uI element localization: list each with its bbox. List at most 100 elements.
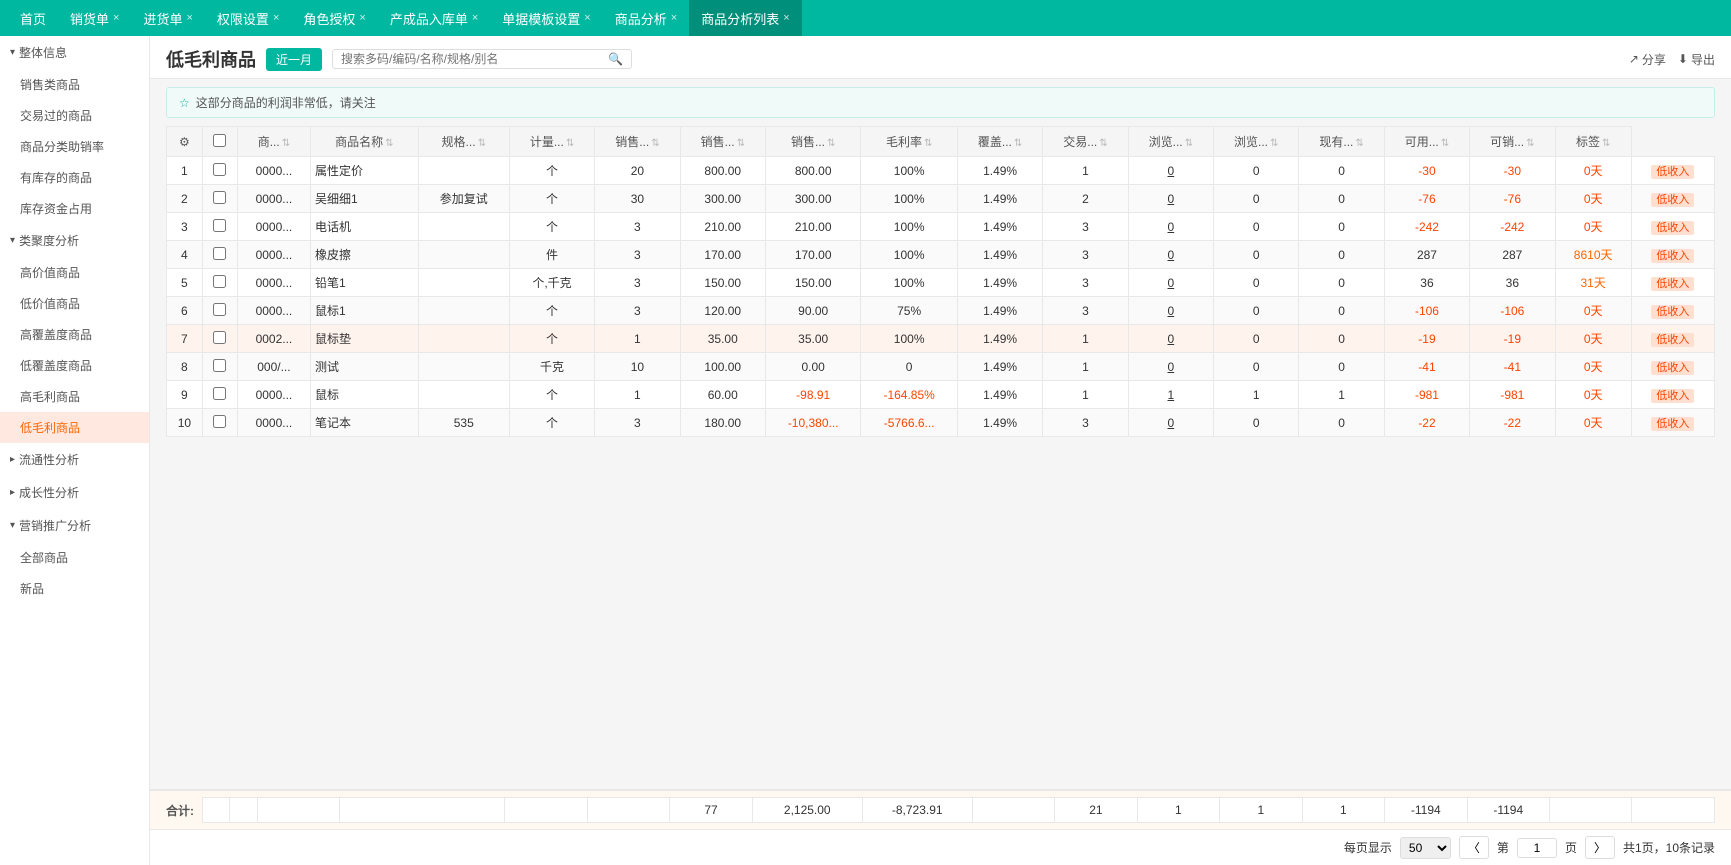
col-browse1[interactable]: 浏览...⇅ [1128, 127, 1213, 157]
sidebar-group-growth[interactable]: ▸ 成长性分析 [0, 476, 149, 509]
row-trade[interactable]: 1 [1128, 381, 1213, 409]
row-browse2: 0 [1299, 241, 1384, 269]
row-select-checkbox[interactable] [213, 163, 226, 176]
row-trade[interactable]: 0 [1128, 241, 1213, 269]
col-margin[interactable]: 毛利率⇅ [861, 127, 958, 157]
export-button[interactable]: ⬇ 导出 [1678, 51, 1715, 68]
row-select-checkbox[interactable] [213, 303, 226, 316]
col-stock[interactable]: 现有...⇅ [1299, 127, 1384, 157]
date-filter-button[interactable]: 近一月 [266, 48, 322, 71]
sidebar-item-high-margin[interactable]: 高毛利商品 [0, 381, 149, 412]
sidebar-item-high-value[interactable]: 高价值商品 [0, 257, 149, 288]
nav-sales[interactable]: 销货单 × [58, 0, 131, 36]
row-trade[interactable]: 0 [1128, 409, 1213, 437]
row-spec [418, 213, 509, 241]
sidebar-item-all-goods[interactable]: 全部商品 [0, 542, 149, 573]
col-unit[interactable]: 计量...⇅ [509, 127, 594, 157]
sidebar-item-stock-capital[interactable]: 库存资金占用 [0, 193, 149, 224]
close-icon[interactable]: × [783, 12, 789, 24]
row-select-checkbox[interactable] [213, 387, 226, 400]
row-unit: 件 [509, 241, 594, 269]
col-qty[interactable]: 销售...⇅ [595, 127, 680, 157]
row-trade[interactable]: 0 [1128, 157, 1213, 185]
sidebar-item-low-margin[interactable]: 低毛利商品 [0, 412, 149, 443]
nav-product-entry[interactable]: 产成品入库单 × [378, 0, 490, 36]
prev-page-button[interactable]: 〈 [1459, 836, 1489, 859]
row-checkbox[interactable] [202, 381, 237, 409]
row-trade[interactable]: 0 [1128, 325, 1213, 353]
row-select-checkbox[interactable] [213, 219, 226, 232]
col-amount[interactable]: 销售...⇅ [765, 127, 860, 157]
col-trade[interactable]: 交易...⇅ [1043, 127, 1128, 157]
nav-home[interactable]: 首页 [8, 0, 58, 36]
close-icon[interactable]: × [671, 12, 677, 24]
nav-role-auth[interactable]: 角色授权 × [291, 0, 377, 36]
row-trade[interactable]: 0 [1128, 185, 1213, 213]
row-trade[interactable]: 0 [1128, 297, 1213, 325]
col-saleable[interactable]: 可销...⇅ [1470, 127, 1555, 157]
sidebar-item-category-rate[interactable]: 商品分类助销率 [0, 131, 149, 162]
row-checkbox[interactable] [202, 213, 237, 241]
close-icon[interactable]: × [472, 12, 478, 24]
row-checkbox[interactable] [202, 409, 237, 437]
row-select-checkbox[interactable] [213, 359, 226, 372]
close-icon[interactable]: × [584, 12, 590, 24]
col-coverage[interactable]: 覆盖...⇅ [957, 127, 1042, 157]
row-checkbox[interactable] [202, 185, 237, 213]
row-select-checkbox[interactable] [213, 331, 226, 344]
nav-permissions[interactable]: 权限设置 × [205, 0, 291, 36]
sidebar-item-low-value[interactable]: 低价值商品 [0, 288, 149, 319]
row-checkbox[interactable] [202, 325, 237, 353]
select-all-checkbox[interactable] [213, 134, 226, 147]
col-price[interactable]: 销售...⇅ [680, 127, 765, 157]
row-trade[interactable]: 0 [1128, 269, 1213, 297]
col-settings[interactable]: ⚙ [167, 127, 203, 157]
nav-template-settings[interactable]: 单据模板设置 × [490, 0, 602, 36]
sidebar-item-low-coverage[interactable]: 低覆盖度商品 [0, 350, 149, 381]
row-select-checkbox[interactable] [213, 247, 226, 260]
row-checkbox[interactable] [202, 269, 237, 297]
sidebar-group-flow[interactable]: ▸ 流通性分析 [0, 443, 149, 476]
close-icon[interactable]: × [113, 12, 119, 24]
close-icon[interactable]: × [186, 12, 192, 24]
sidebar-item-in-stock[interactable]: 有库存的商品 [0, 162, 149, 193]
sidebar-item-traded-goods[interactable]: 交易过的商品 [0, 100, 149, 131]
row-qty: 1 [595, 381, 680, 409]
col-code[interactable]: 商...⇅ [237, 127, 310, 157]
nav-product-analysis[interactable]: 商品分析 × [603, 0, 689, 36]
close-icon[interactable]: × [273, 12, 279, 24]
row-select-checkbox[interactable] [213, 191, 226, 204]
row-trade[interactable]: 0 [1128, 353, 1213, 381]
nav-product-analysis-list[interactable]: 商品分析列表 × [689, 0, 801, 36]
row-checkbox[interactable] [202, 241, 237, 269]
row-unit: 个,千克 [509, 269, 594, 297]
sidebar-group-marketing[interactable]: ▾ 营销推广分析 [0, 509, 149, 542]
next-page-button[interactable]: 〉 [1585, 836, 1615, 859]
page-size-label: 每页显示 [1344, 839, 1392, 856]
row-checkbox[interactable] [202, 297, 237, 325]
search-icon[interactable]: 🔍 [608, 52, 623, 66]
col-tag[interactable]: 标签⇅ [1555, 127, 1631, 157]
sidebar-group-overall[interactable]: ▾ 整体信息 [0, 36, 149, 69]
row-checkbox[interactable] [202, 353, 237, 381]
page-number-input[interactable] [1517, 838, 1557, 858]
row-checkbox[interactable] [202, 157, 237, 185]
sidebar-item-sales-goods[interactable]: 销售类商品 [0, 69, 149, 100]
sidebar-item-new-goods[interactable]: 新品 [0, 573, 149, 604]
col-browse2[interactable]: 浏览...⇅ [1214, 127, 1299, 157]
close-icon[interactable]: × [359, 12, 365, 24]
share-button[interactable]: ↗ 分享 [1629, 51, 1666, 68]
row-select-checkbox[interactable] [213, 415, 226, 428]
col-available[interactable]: 可用...⇅ [1384, 127, 1469, 157]
row-trade[interactable]: 0 [1128, 213, 1213, 241]
sidebar-group-cluster[interactable]: ▾ 类聚度分析 [0, 224, 149, 257]
search-input[interactable] [341, 52, 604, 66]
col-name[interactable]: 商品名称⇅ [310, 127, 418, 157]
page-size-select[interactable]: 50 100 200 [1400, 837, 1451, 859]
total-amount: -8,723.91 [862, 798, 972, 823]
nav-purchase[interactable]: 进货单 × [131, 0, 204, 36]
col-spec[interactable]: 规格...⇅ [418, 127, 509, 157]
row-select-checkbox[interactable] [213, 275, 226, 288]
sidebar-item-high-coverage[interactable]: 高覆盖度商品 [0, 319, 149, 350]
row-tag: 低收入 [1631, 353, 1714, 381]
